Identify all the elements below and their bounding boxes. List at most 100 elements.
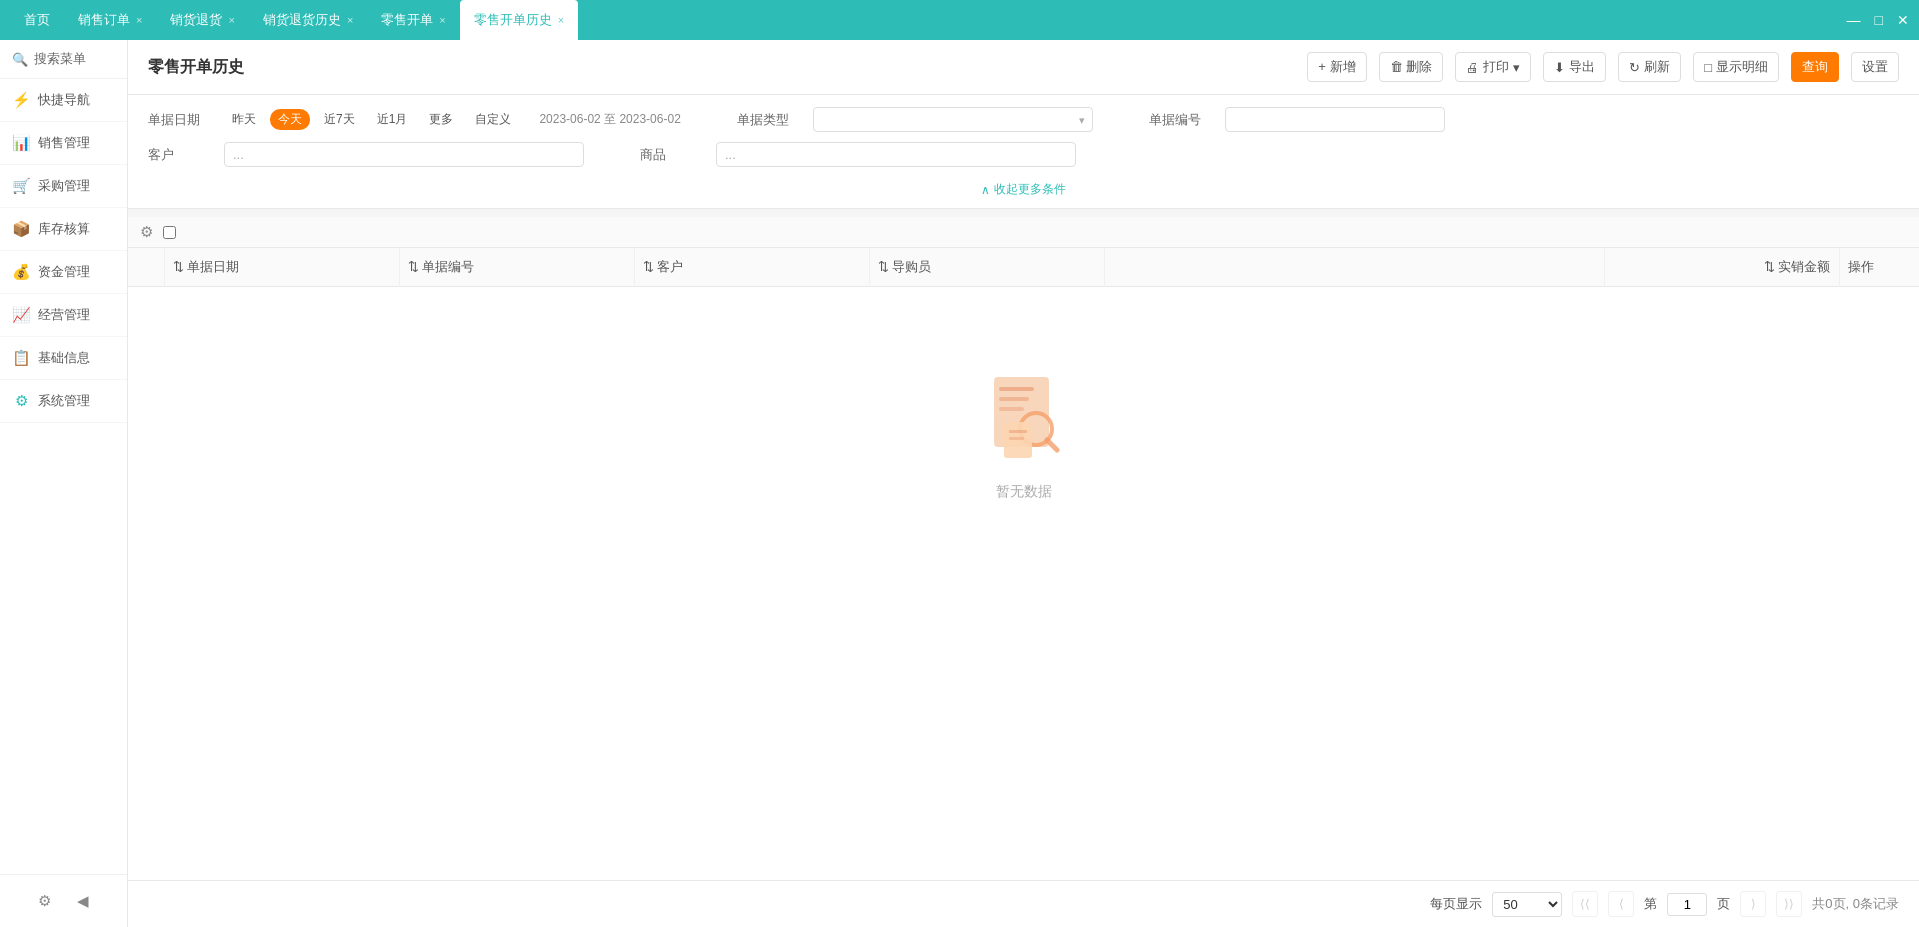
sidebar-item-purchase-mgmt[interactable]: 🛒 采购管理 bbox=[0, 165, 127, 208]
doc-no-input[interactable] bbox=[1225, 107, 1445, 132]
svg-rect-7 bbox=[1009, 430, 1027, 433]
total-info: 共0页, 0条记录 bbox=[1812, 895, 1899, 913]
search-icon: 🔍 bbox=[12, 52, 28, 67]
sales-mgmt-icon: 📊 bbox=[12, 134, 30, 152]
page-title: 零售开单历史 bbox=[148, 57, 244, 78]
sidebar-item-ops-mgmt-label: 经营管理 bbox=[38, 306, 90, 324]
th-amount[interactable]: ⇅ 实销金额 bbox=[1604, 248, 1839, 287]
sidebar-item-ops-mgmt[interactable]: 📈 经营管理 bbox=[0, 294, 127, 337]
date-btn-1month[interactable]: 近1月 bbox=[369, 109, 416, 130]
tab-sales-order-close[interactable]: × bbox=[136, 14, 142, 26]
tab-sales-return[interactable]: 销货退货 × bbox=[156, 0, 248, 40]
last-page-button[interactable]: ⟩⟩ bbox=[1776, 891, 1802, 917]
date-btn-custom[interactable]: 自定义 bbox=[467, 109, 519, 130]
close-icon[interactable]: ✕ bbox=[1897, 12, 1909, 28]
sidebar: 🔍 搜索菜单 ⚡ 快捷导航 📊 销售管理 🛒 采购管理 📦 库存核算 💰 资金管… bbox=[0, 40, 128, 927]
th-doc-no[interactable]: ⇅ 单据编号 bbox=[399, 248, 634, 287]
table-settings-icon[interactable]: ⚙ bbox=[140, 223, 153, 241]
tab-sales-order[interactable]: 销售订单 × bbox=[64, 0, 156, 40]
sidebar-settings-icon[interactable]: ⚙ bbox=[31, 887, 59, 915]
date-btn-yesterday[interactable]: 昨天 bbox=[224, 109, 264, 130]
goods-select-btn[interactable]: ... bbox=[716, 142, 1076, 167]
date-btn-7days[interactable]: 近7天 bbox=[316, 109, 363, 130]
delete-button[interactable]: 🗑 删除 bbox=[1379, 52, 1444, 82]
print-arrow-icon: ▾ bbox=[1513, 60, 1520, 75]
query-button[interactable]: 查询 bbox=[1791, 52, 1839, 82]
display-detail-button[interactable]: □ 显示明细 bbox=[1693, 52, 1779, 82]
current-page-input[interactable]: 1 bbox=[1667, 893, 1707, 916]
select-all-checkbox[interactable] bbox=[163, 226, 176, 239]
date-btn-today[interactable]: 今天 bbox=[270, 109, 310, 130]
display-detail-label: 显示明细 bbox=[1716, 58, 1768, 76]
collapse-bar[interactable]: ∧ 收起更多条件 bbox=[148, 177, 1899, 200]
svg-line-5 bbox=[1047, 440, 1057, 450]
first-page-button[interactable]: ⟨⟨ bbox=[1572, 891, 1598, 917]
tab-sales-return-label: 销货退货 bbox=[170, 11, 222, 29]
print-button[interactable]: 🖨 打印 ▾ bbox=[1455, 52, 1531, 82]
maximize-icon[interactable]: □ bbox=[1875, 12, 1883, 28]
tab-retail-open-history[interactable]: 零售开单历史 × bbox=[460, 0, 578, 40]
next-page-button[interactable]: ⟩ bbox=[1740, 891, 1766, 917]
th-doc-date[interactable]: ⇅ 单据日期 bbox=[164, 248, 399, 287]
sidebar-item-basic-info[interactable]: 📋 基础信息 bbox=[0, 337, 127, 380]
date-filter-label: 单据日期 bbox=[148, 111, 208, 129]
sidebar-item-quick-nav[interactable]: ⚡ 快捷导航 bbox=[0, 79, 127, 122]
toolbar: + 新增 🗑 删除 🖨 打印 ▾ ⬇ 导出 ↻ 刷新 □ 显示明细 bbox=[1307, 52, 1899, 82]
refresh-button[interactable]: ↻ 刷新 bbox=[1618, 52, 1681, 82]
date-btn-more[interactable]: 更多 bbox=[421, 109, 461, 130]
svg-rect-8 bbox=[1009, 437, 1024, 440]
prev-page-button[interactable]: ⟨ bbox=[1608, 891, 1634, 917]
data-table: ⇅ 单据日期 ⇅ 单据编号 ⇅ 客户 ⇅ 导购员 bbox=[128, 248, 1919, 287]
minimize-icon[interactable]: — bbox=[1847, 12, 1861, 28]
th-doc-no-label: ⇅ 单据编号 bbox=[408, 259, 475, 274]
finance-icon: 💰 bbox=[12, 263, 30, 281]
doc-type-select[interactable] bbox=[813, 107, 1093, 132]
sidebar-item-finance[interactable]: 💰 资金管理 bbox=[0, 251, 127, 294]
th-empty bbox=[1104, 248, 1604, 287]
tab-retail-open-close[interactable]: × bbox=[439, 14, 445, 26]
display-detail-icon: □ bbox=[1704, 60, 1712, 75]
tab-retail-open[interactable]: 零售开单 × bbox=[367, 0, 459, 40]
export-button[interactable]: ⬇ 导出 bbox=[1543, 52, 1606, 82]
sidebar-item-inventory-label: 库存核算 bbox=[38, 220, 90, 238]
print-label: 打印 bbox=[1483, 58, 1509, 76]
tab-sales-order-label: 销售订单 bbox=[78, 11, 130, 29]
goods-filter-label: 商品 bbox=[640, 146, 700, 164]
th-checkbox bbox=[128, 248, 164, 287]
refresh-label: 刷新 bbox=[1644, 58, 1670, 76]
page-suffix-label: 页 bbox=[1717, 895, 1730, 913]
customer-filter-label: 客户 bbox=[148, 146, 208, 164]
collapse-icon: ∧ bbox=[981, 183, 990, 197]
ops-mgmt-icon: 📈 bbox=[12, 306, 30, 324]
svg-rect-2 bbox=[999, 397, 1029, 401]
svg-rect-3 bbox=[999, 407, 1024, 411]
table-toolbar: ⚙ bbox=[128, 217, 1919, 248]
customer-select-btn[interactable]: ... bbox=[224, 142, 584, 167]
tab-sales-return-history[interactable]: 销货退货历史 × bbox=[249, 0, 367, 40]
add-button[interactable]: + 新增 bbox=[1307, 52, 1366, 82]
th-customer[interactable]: ⇅ 客户 bbox=[634, 248, 869, 287]
pagination: 每页显示 50 100 200 ⟨⟨ ⟨ 第 1 页 ⟩ ⟩⟩ 共0页, 0条记… bbox=[128, 880, 1919, 927]
tab-sales-return-history-close[interactable]: × bbox=[347, 14, 353, 26]
sidebar-item-sales-mgmt[interactable]: 📊 销售管理 bbox=[0, 122, 127, 165]
doc-type-select-wrapper bbox=[813, 107, 1093, 132]
page-header: 零售开单历史 + 新增 🗑 删除 🖨 打印 ▾ ⬇ 导出 ↻ 刷新 bbox=[128, 40, 1919, 95]
empty-text: 暂无数据 bbox=[996, 483, 1052, 501]
settings-button[interactable]: 设置 bbox=[1851, 52, 1899, 82]
per-page-select[interactable]: 50 100 200 bbox=[1492, 892, 1562, 917]
top-tabbar: 首页 销售订单 × 销货退货 × 销货退货历史 × 零售开单 × 零售开单历史 … bbox=[0, 0, 1919, 40]
tab-sales-return-close[interactable]: × bbox=[228, 14, 234, 26]
inventory-icon: 📦 bbox=[12, 220, 30, 238]
sidebar-item-inventory[interactable]: 📦 库存核算 bbox=[0, 208, 127, 251]
tab-home[interactable]: 首页 bbox=[10, 0, 64, 40]
sidebar-search[interactable]: 🔍 搜索菜单 bbox=[0, 40, 127, 79]
filter-area: 单据日期 昨天 今天 近7天 近1月 更多 自定义 2023-06-02 至 2… bbox=[128, 95, 1919, 209]
sidebar-collapse-icon[interactable]: ◀ bbox=[69, 887, 97, 915]
empty-state: 暂无数据 bbox=[128, 287, 1919, 581]
sidebar-item-sales-mgmt-label: 销售管理 bbox=[38, 134, 90, 152]
tab-retail-open-history-close[interactable]: × bbox=[558, 14, 564, 26]
sidebar-item-sys-mgmt[interactable]: ⚙ 系统管理 bbox=[0, 380, 127, 423]
th-doc-date-label: ⇅ 单据日期 bbox=[173, 259, 240, 274]
th-guide[interactable]: ⇅ 导购员 bbox=[869, 248, 1104, 287]
table-container: ⇅ 单据日期 ⇅ 单据编号 ⇅ 客户 ⇅ 导购员 bbox=[128, 248, 1919, 880]
